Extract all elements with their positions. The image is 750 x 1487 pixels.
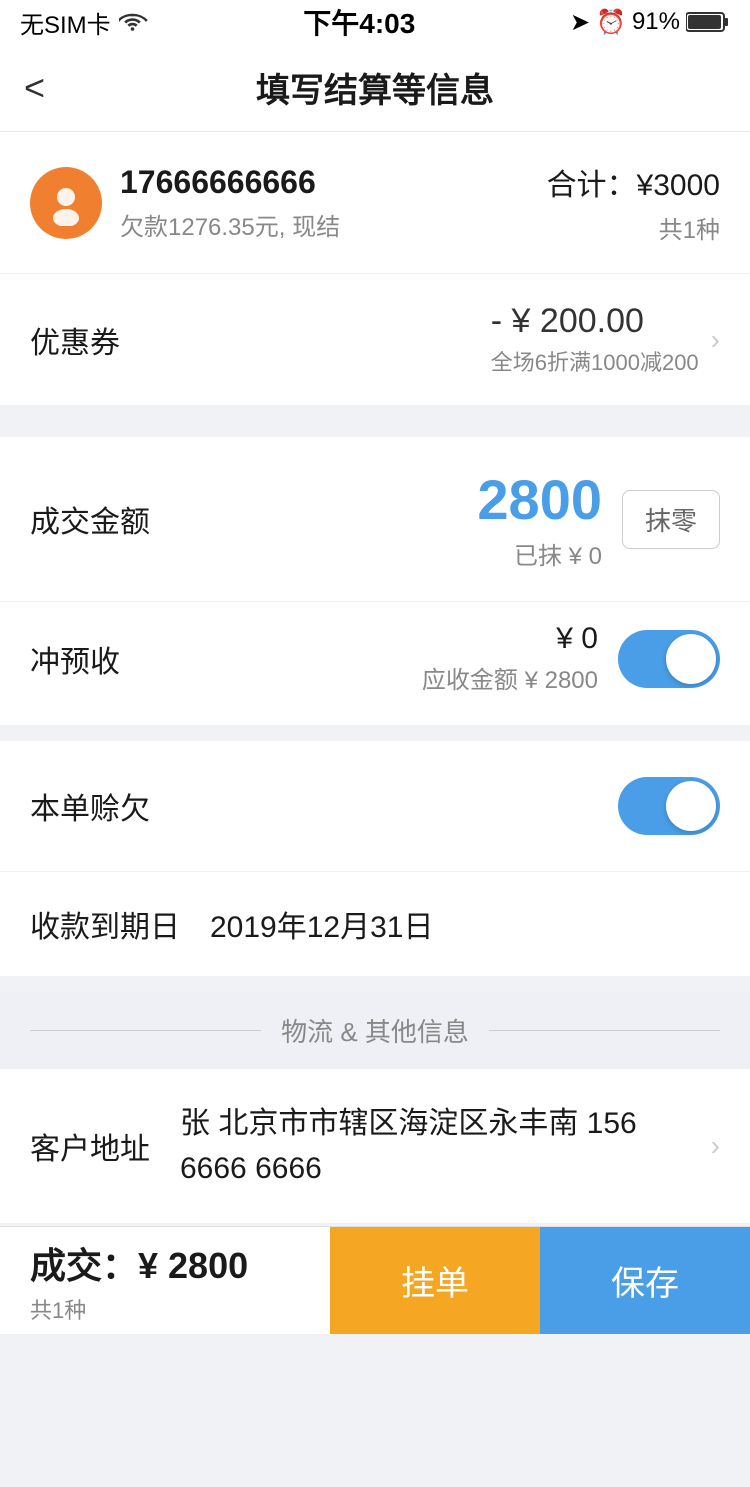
total-count: 共1种 — [547, 210, 720, 245]
sep-line-left — [30, 1030, 261, 1031]
bad-debt-toggle[interactable] — [618, 777, 720, 835]
precollect-amount: ¥ 0 — [422, 622, 598, 656]
due-date-row: 收款到期日 2019年12月31日 — [0, 871, 750, 976]
round-button[interactable]: 抹零 — [622, 490, 720, 549]
address-chevron-icon: › — [711, 1130, 720, 1162]
avatar-icon — [43, 180, 89, 226]
customer-debt: 欠款1276.35元, 现结 — [120, 207, 340, 242]
address-section: 客户地址 张 北京市市辖区海淀区永丰南 156 6666 6666 › — [0, 1069, 750, 1223]
coupon-desc: 全场6折满1000减200 — [491, 345, 699, 377]
coupon-chevron-icon: › — [711, 324, 720, 356]
battery-level: 91% — [632, 8, 680, 36]
amount-right: 2800 已抹 ¥ 0 抹零 — [477, 467, 720, 571]
bottom-spacer — [0, 1379, 750, 1487]
location-icon: ➤ — [570, 8, 590, 37]
status-time: 下午4:03 — [303, 2, 415, 42]
coupon-right: - ¥ 200.00 全场6折满1000减200 › — [491, 302, 720, 377]
bottom-bar: 成交：¥ 2800 共1种 挂单 保存 — [0, 1226, 750, 1334]
customer-row: 17666666666 欠款1276.35元, 现结 合计：¥3000 共1种 — [0, 132, 750, 273]
logistics-separator: 物流 & 其他信息 — [0, 992, 750, 1069]
precollect-right: ¥ 0 应收金额 ¥ 2800 — [422, 622, 720, 695]
due-date-label: 收款到期日 — [30, 902, 180, 946]
back-button[interactable]: < — [24, 67, 45, 109]
customer-section: 17666666666 欠款1276.35元, 现结 合计：¥3000 共1种 … — [0, 132, 750, 405]
page-title: 填写结算等信息 — [256, 63, 494, 112]
total-amount: 合计：¥3000 — [547, 160, 720, 204]
bad-debt-toggle-knob — [666, 781, 716, 831]
customer-phone: 17666666666 — [120, 164, 340, 201]
alarm-icon: ⏰ — [596, 8, 626, 37]
bad-debt-section: 本单赊欠 收款到期日 2019年12月31日 — [0, 741, 750, 976]
coupon-info: - ¥ 200.00 全场6折满1000减200 — [491, 302, 699, 377]
amount-info: 2800 已抹 ¥ 0 — [477, 467, 602, 571]
amount-row: 成交金额 2800 已抹 ¥ 0 抹零 — [0, 437, 750, 601]
amount-label: 成交金额 — [30, 497, 150, 541]
precollect-toggle[interactable] — [618, 630, 720, 688]
sep-line-right — [489, 1030, 720, 1031]
precollect-sub: 应收金额 ¥ 2800 — [422, 660, 598, 695]
address-label: 客户地址 — [30, 1124, 150, 1168]
customer-left: 17666666666 欠款1276.35元, 现结 — [30, 164, 340, 242]
status-right: ➤ ⏰ 91% — [570, 8, 730, 37]
precollect-label: 冲预收 — [30, 637, 120, 681]
amount-section: 成交金额 2800 已抹 ¥ 0 抹零 冲预收 ¥ 0 应收金额 ¥ 2800 — [0, 437, 750, 725]
avatar — [30, 167, 102, 239]
amount-sub: 已抹 ¥ 0 — [477, 536, 602, 571]
bottom-deal-label: 成交： — [30, 1245, 138, 1286]
bad-debt-label: 本单赊欠 — [30, 784, 150, 828]
address-row[interactable]: 客户地址 张 北京市市辖区海淀区永丰南 156 6666 6666 › — [0, 1069, 750, 1223]
status-left: 无SIM卡 — [20, 5, 149, 40]
precollect-row: 冲预收 ¥ 0 应收金额 ¥ 2800 — [0, 601, 750, 725]
bottom-count: 共1种 — [30, 1293, 300, 1325]
coupon-discount: - ¥ 200.00 — [491, 302, 699, 341]
status-bar: 无SIM卡 下午4:03 ➤ ⏰ 91% — [0, 0, 750, 44]
due-date-value: 2019年12月31日 — [210, 902, 433, 946]
toggle-knob — [666, 634, 716, 684]
divider-1 — [0, 421, 750, 437]
battery-icon — [686, 11, 730, 33]
customer-total: 合计：¥3000 共1种 — [547, 160, 720, 245]
address-value: 张 北京市市辖区海淀区永丰南 156 6666 6666 — [180, 1101, 711, 1191]
bottom-deal-amount: ¥ 2800 — [138, 1245, 248, 1286]
precollect-value: ¥ 0 应收金额 ¥ 2800 — [422, 622, 598, 695]
coupon-row[interactable]: 优惠券 - ¥ 200.00 全场6折满1000减200 › — [0, 273, 750, 405]
sep-text: 物流 & 其他信息 — [281, 1012, 469, 1049]
divider-2 — [0, 725, 750, 741]
customer-info: 17666666666 欠款1276.35元, 现结 — [120, 164, 340, 242]
amount-value: 2800 — [477, 467, 602, 532]
bottom-deal: 成交：¥ 2800 — [30, 1237, 300, 1289]
save-button[interactable]: 保存 — [540, 1227, 750, 1334]
no-sim-text: 无SIM卡 — [20, 5, 111, 40]
coupon-label: 优惠券 — [30, 318, 120, 362]
nav-bar: < 填写结算等信息 — [0, 44, 750, 132]
wifi-icon — [119, 11, 149, 33]
hang-button[interactable]: 挂单 — [330, 1227, 540, 1334]
bad-debt-row: 本单赊欠 — [0, 741, 750, 871]
bottom-summary: 成交：¥ 2800 共1种 — [0, 1227, 330, 1334]
